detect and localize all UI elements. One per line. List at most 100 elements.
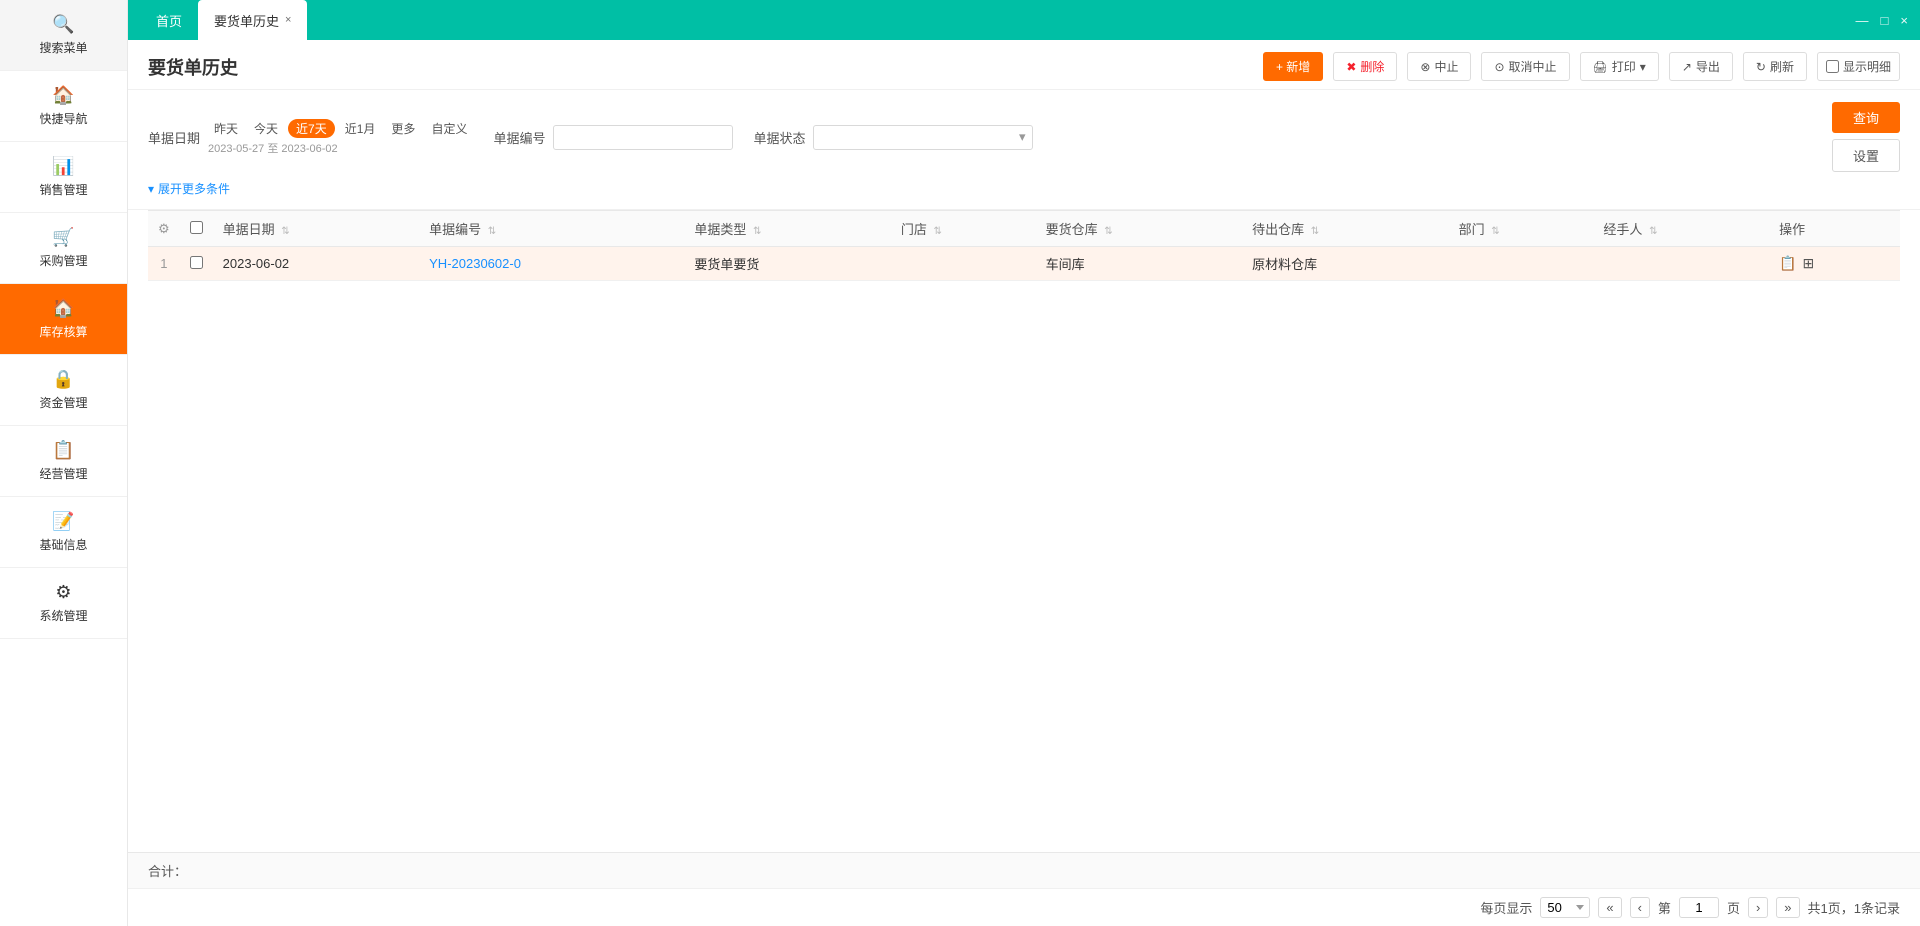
sidebar-item-label: 经营管理 (39, 465, 87, 482)
date-btn-yesterday[interactable]: 昨天 (208, 119, 244, 138)
expand-more-button[interactable]: ▾ 展开更多条件 (148, 180, 1900, 197)
col-dest-warehouse[interactable]: 待出仓库 ⇅ (1242, 211, 1448, 247)
next-page-button[interactable]: › (1748, 897, 1768, 918)
chart-icon: 📊 (52, 156, 74, 177)
sort-type-icon: ⇅ (753, 226, 761, 237)
page-size-select[interactable]: 20 50 100 (1540, 897, 1590, 918)
date-btn-today[interactable]: 今天 (248, 119, 284, 138)
sidebar-item-search-menu[interactable]: 🔍 搜索菜单 (0, 0, 127, 71)
view-action-icon[interactable]: 📋 (1779, 255, 1796, 272)
doc-number-input[interactable] (553, 125, 733, 150)
page-input-suffix: 页 (1727, 898, 1740, 917)
row-dept (1449, 247, 1594, 281)
col-number[interactable]: 单据编号 ⇅ (419, 211, 684, 247)
tab-home[interactable]: 首页 (140, 0, 198, 40)
display-detail-button[interactable]: 显示明细 (1817, 52, 1900, 81)
refresh-button[interactable]: ↻ 刷新 (1743, 52, 1807, 81)
lock-icon: 🔒 (52, 369, 74, 390)
sidebar-item-purchase[interactable]: 🛒 采购管理 (0, 213, 127, 284)
delete-button[interactable]: ✖ 删除 (1333, 52, 1397, 81)
filter-row: 单据日期 昨天 今天 近7天 近1月 更多 自定义 2023-05-27 至 2… (148, 102, 1900, 172)
delete-icon: ✖ (1346, 60, 1356, 74)
prev-page-button[interactable]: ‹ (1630, 897, 1650, 918)
maximize-icon[interactable]: □ (1881, 13, 1889, 28)
page-number-input[interactable] (1679, 897, 1719, 918)
sidebar-item-quick-nav[interactable]: 🏠 快捷导航 (0, 71, 127, 142)
col-action: 操作 (1769, 211, 1900, 247)
page-header: 要货单历史 + 新增 ✖ 删除 ⊗ 中止 ⊙ 取消中止 🖨 打印 (128, 40, 1920, 90)
sidebar-item-label: 库存核算 (39, 323, 87, 340)
active-tab-label: 要货单历史 (214, 11, 279, 30)
date-btn-custom[interactable]: 自定义 (425, 119, 473, 138)
first-page-button[interactable]: « (1598, 897, 1621, 918)
status-input[interactable] (813, 125, 1033, 150)
date-btn-1month[interactable]: 近1月 (339, 119, 382, 138)
date-filter-label: 单据日期 (148, 128, 200, 147)
inventory-icon: 🏠 (52, 298, 74, 319)
setting-button[interactable]: 设置 (1832, 139, 1900, 172)
close-tab-icon[interactable]: × (285, 14, 291, 26)
row-dest-warehouse: 原材料仓库 (1242, 247, 1448, 281)
col-type[interactable]: 单据类型 ⇅ (684, 211, 890, 247)
row-number-link[interactable]: YH-20230602-0 (429, 256, 521, 271)
display-detail-checkbox[interactable] (1826, 60, 1839, 73)
row-store (891, 247, 1036, 281)
row-date: 2023-06-02 (213, 247, 419, 281)
col-handler[interactable]: 经手人 ⇅ (1593, 211, 1769, 247)
print-button[interactable]: 🖨 打印 ▾ (1580, 52, 1659, 81)
col-checkbox (180, 211, 213, 247)
content-area: 要货单历史 + 新增 ✖ 删除 ⊗ 中止 ⊙ 取消中止 🖨 打印 (128, 40, 1920, 926)
status-label: 单据状态 (753, 128, 805, 147)
col-store[interactable]: 门店 ⇅ (891, 211, 1036, 247)
stop-button[interactable]: ⊗ 中止 (1407, 52, 1471, 81)
sort-date-icon: ⇅ (281, 226, 289, 237)
select-all-checkbox[interactable] (190, 221, 203, 234)
topbar: 首页 要货单历史 × — □ × (128, 0, 1920, 40)
sidebar-item-operation[interactable]: 📋 经营管理 (0, 426, 127, 497)
stop-icon: ⊗ (1420, 60, 1430, 74)
minimize-icon[interactable]: — (1856, 13, 1869, 28)
sidebar-item-system[interactable]: ⚙ 系统管理 (0, 568, 127, 639)
pagination-summary: 共1页，1条记录 (1808, 898, 1900, 917)
date-btn-7days[interactable]: 近7天 (288, 119, 335, 138)
sidebar-item-inventory[interactable]: 🏠 库存核算 (0, 284, 127, 355)
clipboard-icon: 📋 (52, 440, 74, 461)
filter-area: 单据日期 昨天 今天 近7天 近1月 更多 自定义 2023-05-27 至 2… (128, 90, 1920, 210)
date-filter-group: 单据日期 昨天 今天 近7天 近1月 更多 自定义 2023-05-27 至 2… (148, 119, 473, 156)
row-number-cell: YH-20230602-0 (419, 247, 684, 281)
export-button[interactable]: ↗ 导出 (1669, 52, 1733, 81)
doc-icon: 📝 (52, 511, 74, 532)
row-req-warehouse: 车间库 (1036, 247, 1242, 281)
doc-number-filter-group: 单据编号 (493, 125, 733, 150)
last-page-button[interactable]: » (1776, 897, 1799, 918)
new-button[interactable]: + 新增 (1263, 52, 1323, 81)
col-settings[interactable]: ⚙ (148, 211, 180, 247)
print-icon: 🖨 (1593, 60, 1608, 74)
sidebar-item-label: 资金管理 (39, 394, 87, 411)
copy-action-icon[interactable]: ⊞ (1803, 255, 1815, 272)
col-date[interactable]: 单据日期 ⇅ (213, 211, 419, 247)
main-area: 首页 要货单历史 × — □ × 要货单历史 + 新增 ✖ 删除 ⊗ 中止 (128, 0, 1920, 926)
sort-handler-icon: ⇅ (1649, 226, 1657, 237)
cancel-stop-button[interactable]: ⊙ 取消中止 (1481, 52, 1569, 81)
sidebar-item-basic-info[interactable]: 📝 基础信息 (0, 497, 127, 568)
query-button[interactable]: 查询 (1832, 102, 1900, 133)
table-footer: 合计： (128, 852, 1920, 888)
status-filter-group: 单据状态 ▾ (753, 125, 1033, 150)
data-table: ⚙ 单据日期 ⇅ 单据编号 ⇅ 单据类型 (148, 210, 1900, 281)
col-dept[interactable]: 部门 ⇅ (1449, 211, 1594, 247)
home-tab-label: 首页 (156, 11, 182, 30)
date-btn-more[interactable]: 更多 (385, 119, 421, 138)
close-window-icon[interactable]: × (1900, 13, 1908, 28)
topbar-right: — □ × (1856, 13, 1908, 28)
table-area: ⚙ 单据日期 ⇅ 单据编号 ⇅ 单据类型 (128, 210, 1920, 852)
page-input-prefix: 第 (1658, 898, 1671, 917)
row-checkbox[interactable] (190, 256, 203, 269)
col-req-warehouse[interactable]: 要货仓库 ⇅ (1036, 211, 1242, 247)
sidebar-item-finance[interactable]: 🔒 资金管理 (0, 355, 127, 426)
table-row: 1 2023-06-02 YH-20230602-0 要货单要货 车间库 原材料… (148, 247, 1900, 281)
cancel-stop-icon: ⊙ (1494, 60, 1504, 74)
tab-active[interactable]: 要货单历史 × (198, 0, 307, 40)
doc-number-label: 单据编号 (493, 128, 545, 147)
sidebar-item-sales[interactable]: 📊 销售管理 (0, 142, 127, 213)
